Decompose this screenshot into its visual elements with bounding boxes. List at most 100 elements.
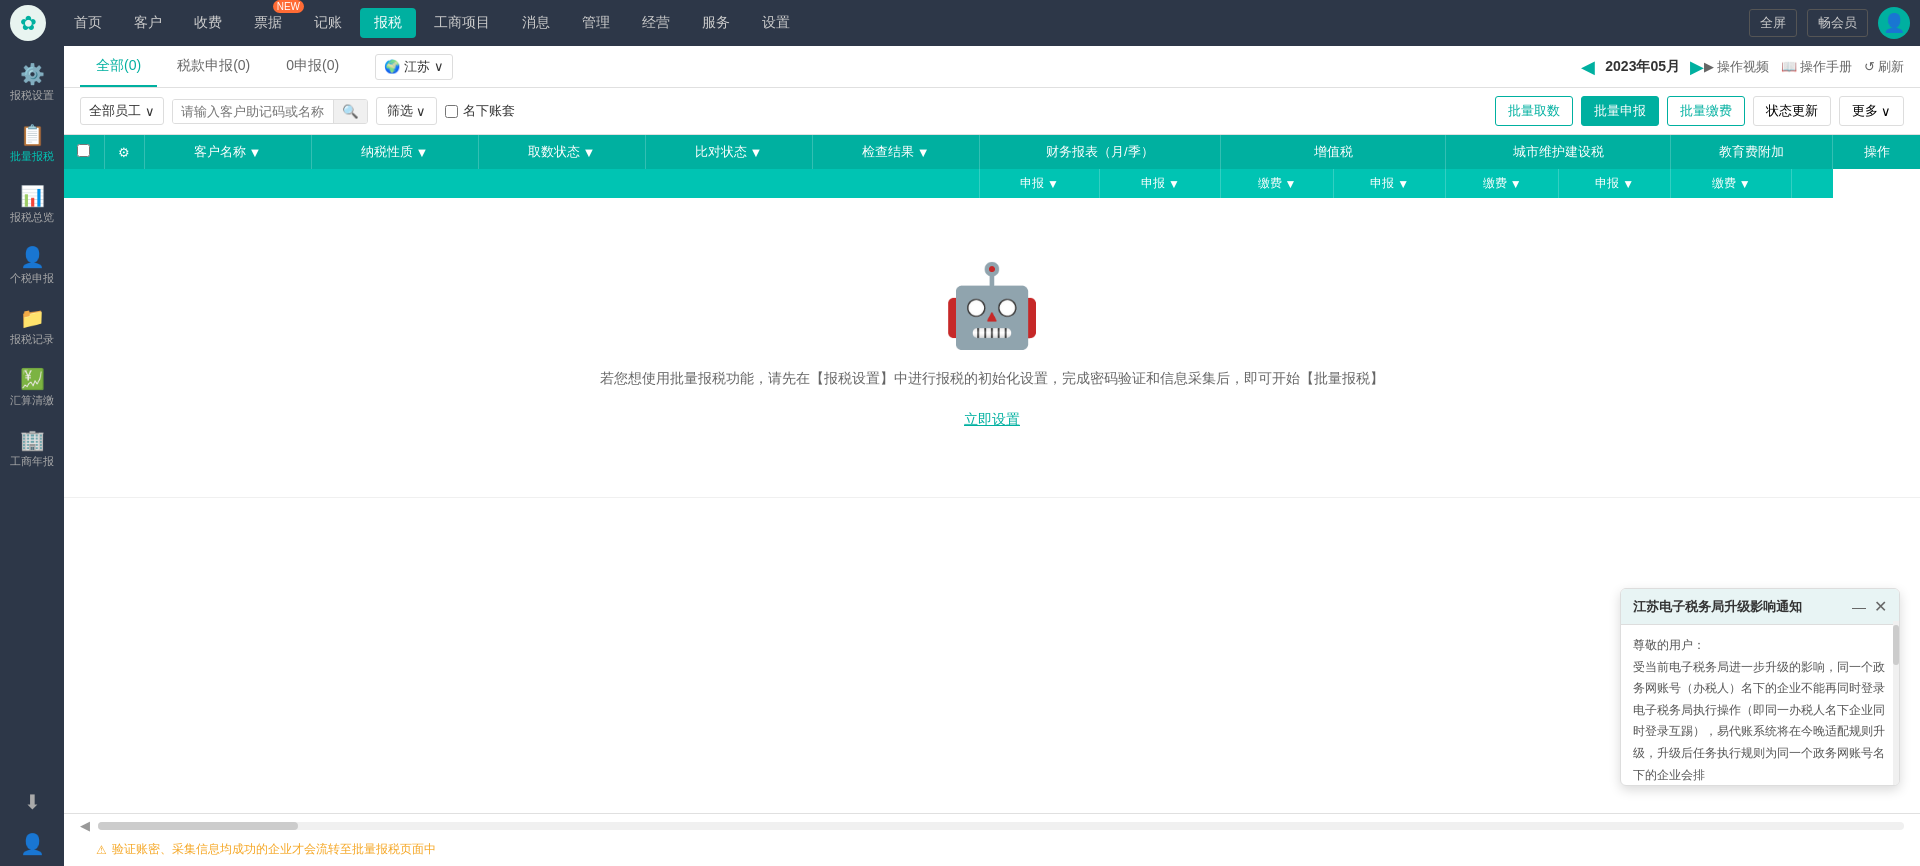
nav-billing[interactable]: 收费 xyxy=(180,8,236,38)
sub-account-checkbox[interactable]: 名下账套 xyxy=(445,102,515,120)
region-icon: 🌍 xyxy=(384,59,400,74)
manual-icon: 📖 xyxy=(1781,59,1797,74)
table-header-row-1: ⚙ 客户名称▼ 纳税性质▼ 取数状态▼ 比对状态▼ 检查结果▼ 财务报表（月/季… xyxy=(64,135,1920,169)
nav-home[interactable]: 首页 xyxy=(60,8,116,38)
nav-tax[interactable]: 报税 xyxy=(360,8,416,38)
th-financial-report: 财务报表（月/季） xyxy=(979,135,1221,169)
bottom-bar: ◀ ⚠ 验证账密、采集信息均成功的企业才会流转至批量报税页面中 xyxy=(64,813,1920,866)
th-compare-status: 比对状态▼ xyxy=(645,135,812,169)
select-all-checkbox[interactable] xyxy=(77,144,90,157)
filter-icon[interactable]: ▼ xyxy=(750,145,763,160)
annual-settlement-icon: 💹 xyxy=(20,367,45,391)
th-operation: 操作 xyxy=(1833,135,1920,169)
employee-select[interactable]: 全部员工 ∨ xyxy=(80,97,164,125)
batch-tax-icon: 📋 xyxy=(20,123,45,147)
sidebar-item-tax-settings[interactable]: ⚙️ 报税设置 xyxy=(0,54,64,111)
notification-close-button[interactable]: ✕ xyxy=(1874,597,1887,616)
scrollbar-thumb[interactable] xyxy=(98,822,298,830)
nav-invoice[interactable]: 票据 NEW xyxy=(240,8,296,38)
sidebar-item-annual-report[interactable]: 🏢 工商年报 xyxy=(0,420,64,477)
filter-icon[interactable]: ▼ xyxy=(1285,177,1297,191)
filter-icon[interactable]: ▼ xyxy=(583,145,596,160)
sidebar-item-tax-records[interactable]: 📁 报税记录 xyxy=(0,298,64,355)
month-navigation: ◀ 2023年05月 ▶ xyxy=(1581,56,1704,78)
user-avatar[interactable]: 👤 xyxy=(1878,7,1910,39)
member-button[interactable]: 畅会员 xyxy=(1807,9,1868,37)
chevron-down-icon: ∨ xyxy=(416,104,426,119)
scroll-left-arrow[interactable]: ◀ xyxy=(80,818,90,833)
search-button[interactable]: 🔍 xyxy=(333,100,367,123)
th-tax-nature: 纳税性质▼ xyxy=(311,135,478,169)
personal-tax-icon: 👤 xyxy=(20,245,45,269)
search-box: 🔍 xyxy=(172,99,368,124)
chevron-down-icon: ∨ xyxy=(145,104,155,119)
filter-icon[interactable]: ▼ xyxy=(1397,177,1409,191)
region-selector[interactable]: 🌍 江苏 ∨ xyxy=(375,54,453,80)
notification-minimize-button[interactable]: — xyxy=(1852,599,1866,615)
th-city-tax: 城市维护建设税 xyxy=(1446,135,1671,169)
filter-icon[interactable]: ▼ xyxy=(1168,177,1180,191)
tab-tax-declare[interactable]: 税款申报(0) xyxy=(161,47,266,87)
notification-text: 尊敬的用户： 受当前电子税务局进一步升级的影响，同一个政务网账号（办税人）名下的… xyxy=(1633,635,1887,785)
tab-all[interactable]: 全部(0) xyxy=(80,47,157,87)
filter-icon[interactable]: ▼ xyxy=(1622,177,1634,191)
nav-management[interactable]: 管理 xyxy=(568,8,624,38)
scrollbar-track xyxy=(98,822,1904,830)
th-financial-declare: 申报▼ xyxy=(979,169,1100,198)
filter-icon[interactable]: ▼ xyxy=(1510,177,1522,191)
sidebar-bottom: ⬇ 👤 xyxy=(16,782,49,866)
filter-icon[interactable]: ▼ xyxy=(917,145,930,160)
setup-link[interactable]: 立即设置 xyxy=(964,411,1020,429)
sidebar-item-batch-tax[interactable]: 📋 批量报税 xyxy=(0,115,64,172)
download-icon: ⬇ xyxy=(24,790,41,814)
table-header-row-2: 申报▼ 申报▼ 缴费▼ 申报▼ 缴费▼ 申报▼ 缴费▼ xyxy=(64,169,1920,198)
th-fetch-status: 取数状态▼ xyxy=(478,135,645,169)
nav-services[interactable]: 服务 xyxy=(688,8,744,38)
nav-bookkeeping[interactable]: 记账 xyxy=(300,8,356,38)
th-city-pay: 缴费▼ xyxy=(1446,169,1559,198)
batch-fetch-button[interactable]: 批量取数 xyxy=(1495,96,1573,126)
next-month-button[interactable]: ▶ xyxy=(1690,56,1704,78)
user-icon: 👤 xyxy=(20,832,45,856)
notification-popup: 江苏电子税务局升级影响通知 — ✕ 尊敬的用户： 受当前电子税务局进一步升级的影… xyxy=(1620,588,1900,786)
nav-commerce[interactable]: 工商项目 xyxy=(420,8,504,38)
filter-button[interactable]: 筛选 ∨ xyxy=(376,97,437,125)
status-update-button[interactable]: 状态更新 xyxy=(1753,96,1831,126)
annual-report-icon: 🏢 xyxy=(20,428,45,452)
th-edu-pay: 缴费▼ xyxy=(1671,169,1791,198)
notification-scrollbar-thumb[interactable] xyxy=(1893,625,1899,665)
sidebar-item-personal-tax[interactable]: 👤 个税申报 xyxy=(0,237,64,294)
sidebar-item-user[interactable]: 👤 xyxy=(16,824,49,866)
notification-header: 江苏电子税务局升级影响通知 — ✕ xyxy=(1621,589,1899,625)
nav-customer[interactable]: 客户 xyxy=(120,8,176,38)
sidebar-item-tax-overview[interactable]: 📊 报税总览 xyxy=(0,176,64,233)
filter-icon[interactable]: ▼ xyxy=(249,145,262,160)
sidebar-item-download[interactable]: ⬇ xyxy=(16,782,49,824)
fullscreen-button[interactable]: 全屏 xyxy=(1749,9,1797,37)
batch-declare-button[interactable]: 批量申报 xyxy=(1581,96,1659,126)
tab-zero-declare[interactable]: 0申报(0) xyxy=(270,47,355,87)
th-check-result: 检查结果▼ xyxy=(812,135,979,169)
chevron-down-icon: ∨ xyxy=(1881,104,1891,119)
operation-manual-btn[interactable]: 📖 操作手册 xyxy=(1781,58,1852,76)
checkbox-input[interactable] xyxy=(445,105,458,118)
notification-title: 江苏电子税务局升级影响通知 xyxy=(1633,598,1802,616)
filter-icon[interactable]: ▼ xyxy=(1047,177,1059,191)
sidebar-item-annual-settlement[interactable]: 💹 汇算清缴 xyxy=(0,359,64,416)
notification-body: 尊敬的用户： 受当前电子税务局进一步升级的影响，同一个政务网账号（办税人）名下的… xyxy=(1621,625,1899,785)
gear-icon: ⚙ xyxy=(118,145,130,160)
more-button[interactable]: 更多 ∨ xyxy=(1839,96,1904,126)
search-input[interactable] xyxy=(173,100,333,123)
refresh-btn[interactable]: ↺ 刷新 xyxy=(1864,58,1904,76)
nav-messages[interactable]: 消息 xyxy=(508,8,564,38)
top-navigation: ✿ 首页 客户 收费 票据 NEW 记账 报税 工商项目 消息 管理 经营 服务… xyxy=(0,0,1920,46)
filter-icon[interactable]: ▼ xyxy=(416,145,429,160)
app-logo[interactable]: ✿ xyxy=(10,5,46,41)
prev-month-button[interactable]: ◀ xyxy=(1581,56,1595,78)
sub-tabs-bar: 全部(0) 税款申报(0) 0申报(0) 🌍 江苏 ∨ ◀ 2023年05月 ▶ xyxy=(64,46,1920,88)
batch-pay-button[interactable]: 批量缴费 xyxy=(1667,96,1745,126)
nav-operations[interactable]: 经营 xyxy=(628,8,684,38)
operation-video-btn[interactable]: ▶ 操作视频 xyxy=(1704,58,1769,76)
filter-icon[interactable]: ▼ xyxy=(1739,177,1751,191)
nav-settings[interactable]: 设置 xyxy=(748,8,804,38)
